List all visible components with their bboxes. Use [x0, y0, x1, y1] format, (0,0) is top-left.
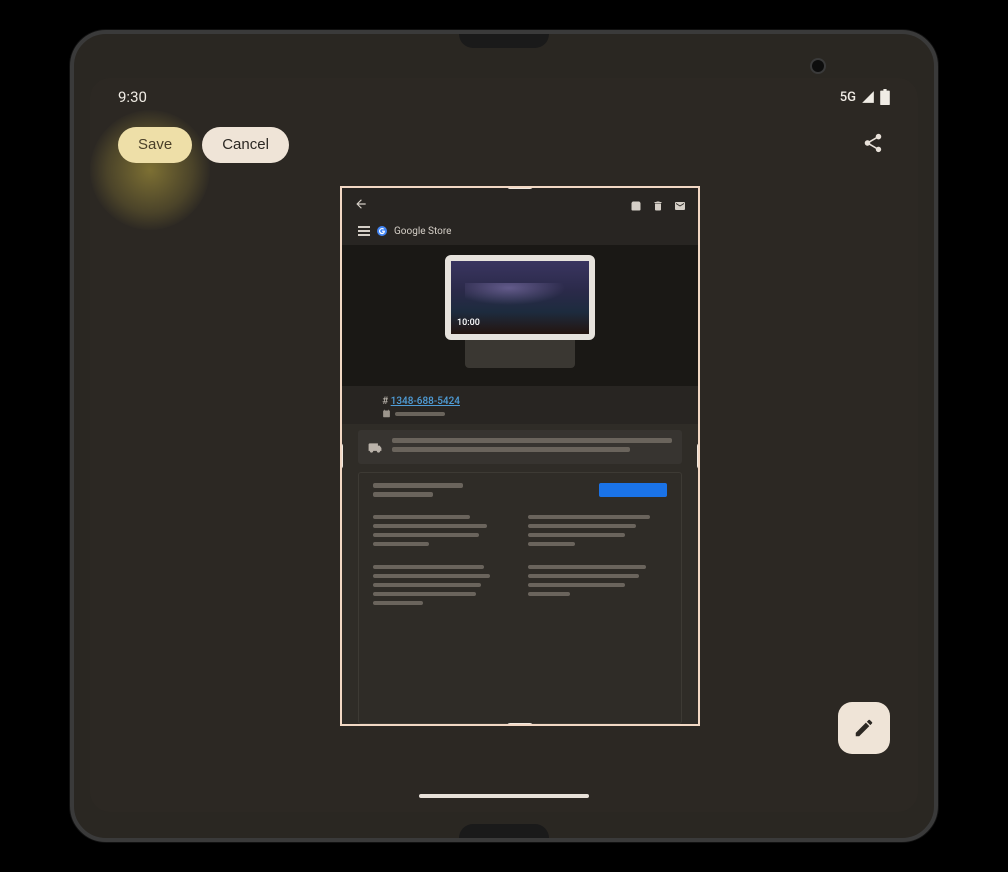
hinge-top [459, 30, 549, 48]
hinge-bottom [459, 824, 549, 842]
save-button[interactable]: Save [118, 127, 192, 163]
status-time: 9:30 [118, 88, 147, 106]
truck-icon [368, 440, 382, 456]
smart-display-device: 10:00 [445, 255, 595, 368]
google-logo-icon [376, 225, 388, 237]
delete-icon [652, 200, 664, 212]
side-button [936, 354, 938, 474]
cancel-button[interactable]: Cancel [202, 127, 289, 163]
shipping-notice [358, 430, 682, 464]
side-button [70, 554, 72, 594]
network-label: 5G [840, 90, 856, 105]
back-arrow-icon [354, 197, 368, 211]
battery-icon [880, 89, 890, 105]
share-icon [862, 132, 884, 154]
signal-icon [860, 90, 876, 104]
status-right: 5G [840, 89, 890, 105]
screenshot-store-header: Google Store [342, 219, 698, 245]
side-button [936, 264, 938, 324]
archive-icon [630, 200, 642, 212]
order-number-link: 1348-688-5424 [391, 396, 460, 407]
crop-handle-bottom[interactable] [507, 723, 533, 726]
crop-handle-left[interactable] [340, 443, 343, 469]
share-button[interactable] [856, 126, 890, 163]
order-details-card [358, 472, 682, 724]
pencil-icon [853, 717, 875, 739]
edit-button[interactable] [838, 702, 890, 754]
smart-display-stand [465, 340, 575, 368]
smart-display-screen: 10:00 [445, 255, 595, 340]
calendar-icon [382, 409, 391, 418]
mail-icon [674, 200, 686, 212]
order-info: # 1348-688-5424 [342, 386, 698, 424]
gesture-bar[interactable] [419, 794, 589, 798]
crop-handle-top[interactable] [507, 186, 533, 189]
front-camera [812, 60, 824, 72]
status-bar: 9:30 5G [90, 78, 918, 110]
side-button [70, 274, 72, 314]
order-date-row [382, 409, 658, 418]
device-frame: 9:30 5G Save Cancel [70, 30, 938, 842]
menu-icon [358, 230, 370, 232]
device-clock: 10:00 [457, 318, 480, 328]
store-title: Google Store [394, 226, 451, 237]
screen: 9:30 5G Save Cancel [90, 78, 918, 812]
crop-handle-right[interactable] [697, 443, 700, 469]
action-button-placeholder [599, 483, 667, 497]
screenshot-crop-area[interactable]: Google Store 10:00 # 1348-688-5424 [340, 186, 700, 726]
product-image-area: 10:00 [342, 245, 698, 386]
order-prefix: # [382, 396, 388, 407]
screenshot-app-header [342, 188, 698, 219]
top-actions: Save Cancel [118, 126, 890, 163]
